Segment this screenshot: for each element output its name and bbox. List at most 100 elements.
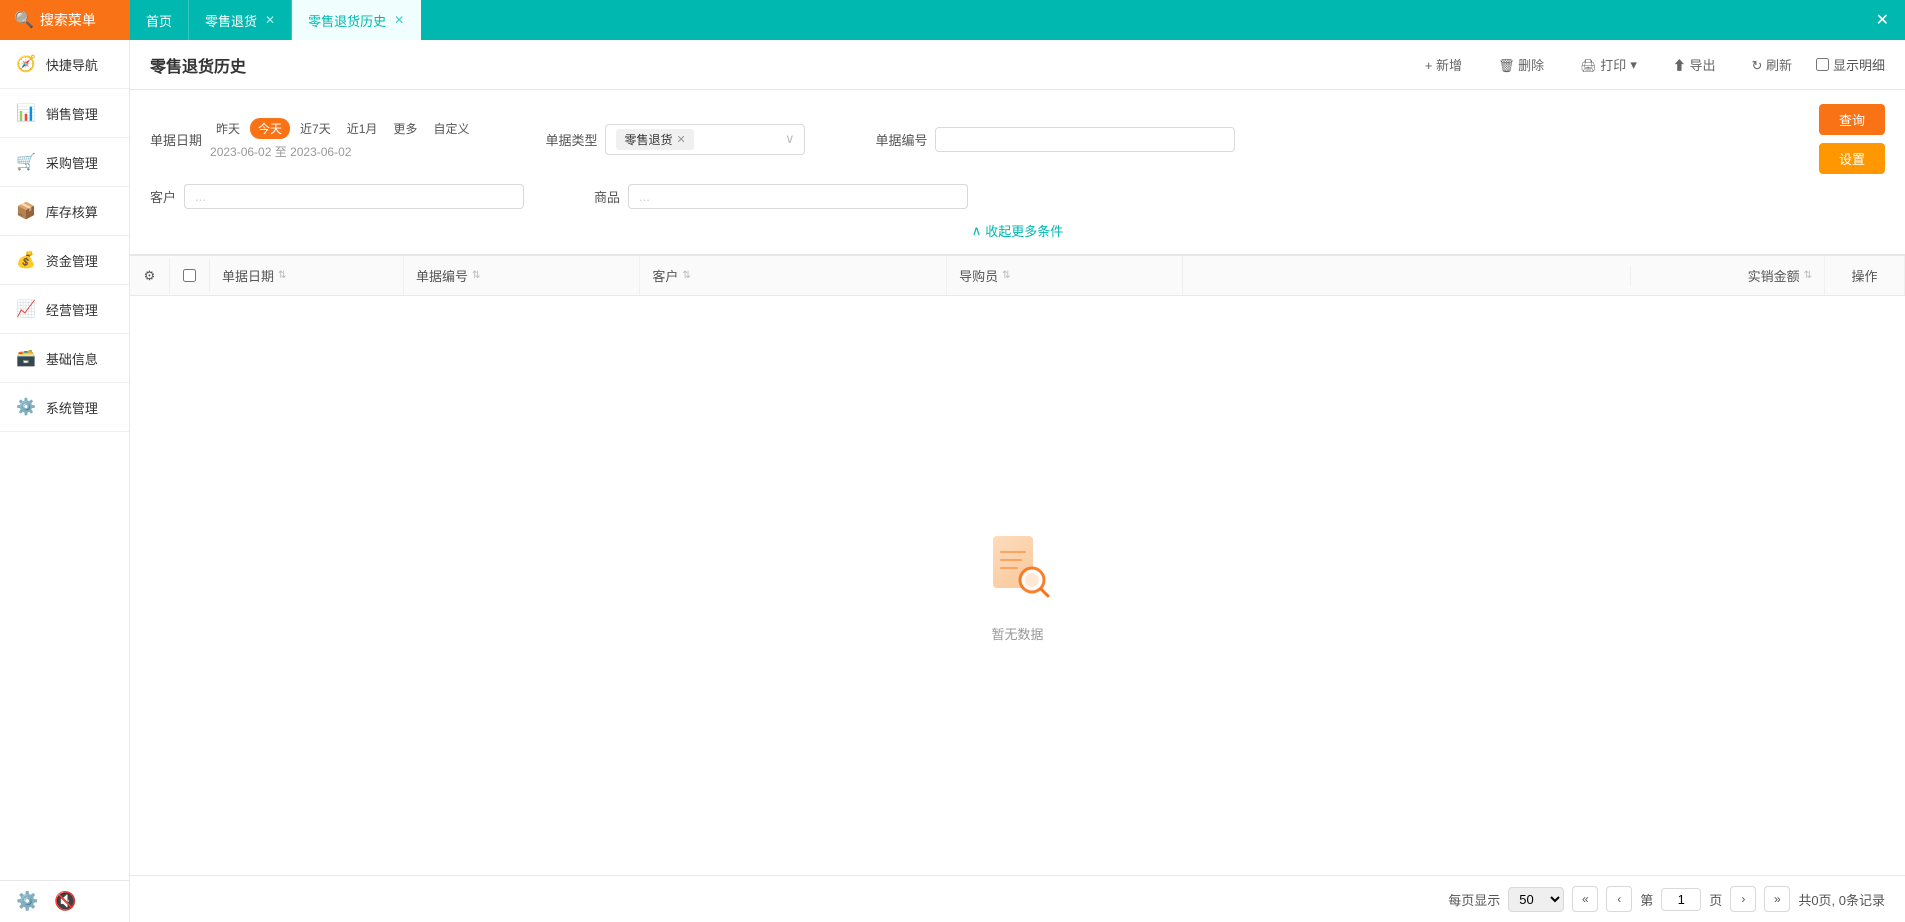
date-btn-more[interactable]: 更多 <box>387 118 423 139</box>
th-bill-sort-icon[interactable]: ⇅ <box>472 271 480 281</box>
top-bar: 🔍 搜索菜单 首页 零售退货 ✕ 零售退货历史 ✕ ✕ <box>0 0 1905 40</box>
sidebar: 🧭 快捷导航 📊 销售管理 🛒 采购管理 📦 库存核算 💰 资金管理 📈 经营管… <box>0 40 130 922</box>
th-customer-sort-icon[interactable]: ⇅ <box>682 271 690 281</box>
table-area: ⚙ 单据日期 ⇅ 单据编号 ⇅ 客户 ⇅ 导购员 <box>130 255 1905 875</box>
tab-home[interactable]: 首页 <box>130 0 189 40</box>
print-button[interactable]: 🖨 打印 ▾ <box>1568 50 1649 79</box>
setting-button[interactable]: 设置 <box>1819 143 1885 174</box>
date-shortcuts: 昨天 今天 近7天 近1月 更多 自定义 <box>210 118 475 139</box>
page-header: 零售退货历史 + 新增 🗑 删除 🖨 打印 ▾ ⬆ 导出 ↻ 刷新 <box>130 40 1905 90</box>
th-guide-sort-icon[interactable]: ⇅ <box>1002 271 1010 281</box>
first-page-btn[interactable]: « <box>1572 886 1598 912</box>
th-bill-label: 单据编号 <box>416 266 468 285</box>
bill-type-tag: 零售退货 ✕ <box>616 129 693 150</box>
page-number-input[interactable] <box>1661 888 1701 911</box>
sidebar-item-purchase-label: 采购管理 <box>46 153 98 172</box>
date-btn-today[interactable]: 今天 <box>250 118 290 139</box>
sidebar-item-finance[interactable]: 💰 资金管理 <box>0 236 129 285</box>
date-btn-custom[interactable]: 自定义 <box>427 118 475 139</box>
sidebar-item-sales[interactable]: 📊 销售管理 <box>0 89 129 138</box>
tab-retail-return-history[interactable]: 零售退货历史 ✕ <box>292 0 421 40</box>
th-spacer <box>1183 266 1631 286</box>
refresh-button[interactable]: ↻ 刷新 <box>1739 50 1804 79</box>
collapse-label: 收起更多条件 <box>985 221 1063 240</box>
date-label: 单据日期 <box>150 130 202 149</box>
finance-icon: 💰 <box>16 250 36 270</box>
bill-number-input[interactable] <box>935 127 1235 152</box>
page-unit: 页 <box>1709 890 1722 909</box>
settings-gear-icon: ⚙ <box>144 268 156 284</box>
goods-filter-item: 商品 <box>594 184 968 209</box>
th-amount-sort-icon[interactable]: ⇅ <box>1804 271 1812 281</box>
sidebar-item-inventory-label: 库存核算 <box>46 202 98 221</box>
print-dropdown-icon: ▾ <box>1630 57 1637 73</box>
export-label: ⬆ 导出 <box>1673 55 1716 74</box>
delete-button[interactable]: 🗑 删除 <box>1486 50 1556 79</box>
display-switch[interactable]: 显示明细 <box>1816 55 1885 74</box>
sidebar-item-operations[interactable]: 📈 经营管理 <box>0 285 129 334</box>
sidebar-bottom: ⚙️ 🔇 <box>0 880 129 922</box>
page-title: 零售退货历史 <box>150 53 246 77</box>
th-date-sort-icon[interactable]: ⇅ <box>278 271 286 281</box>
tab-retail-return[interactable]: 零售退货 ✕ <box>189 0 292 40</box>
sidebar-item-sales-label: 销售管理 <box>46 104 98 123</box>
window-close-btn[interactable]: ✕ <box>1860 10 1905 30</box>
sidebar-item-quicknav[interactable]: 🧭 快捷导航 <box>0 40 129 89</box>
th-action: 操作 <box>1825 256 1905 295</box>
sidebar-item-purchase[interactable]: 🛒 采购管理 <box>0 138 129 187</box>
bill-type-filter-item: 单据类型 零售退货 ✕ ∨ <box>545 124 805 155</box>
date-range: 2023-06-02 至 2023-06-02 <box>210 143 475 160</box>
bill-type-dropdown-icon: ∨ <box>785 131 795 147</box>
next-page-btn[interactable]: › <box>1730 886 1756 912</box>
th-action-label: 操作 <box>1851 266 1877 285</box>
bill-number-filter-item: 单据编号 <box>875 127 1235 152</box>
customer-input[interactable] <box>184 184 524 209</box>
sidebar-item-finance-label: 资金管理 <box>46 251 98 270</box>
sidebar-item-basic-info-label: 基础信息 <box>46 349 98 368</box>
date-btn-7days[interactable]: 近7天 <box>294 118 337 139</box>
mute-icon[interactable]: 🔇 <box>54 891 76 912</box>
goods-label: 商品 <box>594 187 620 206</box>
add-label: + 新增 <box>1425 55 1462 74</box>
print-label: 🖨 打印 <box>1580 55 1626 74</box>
tab-retail-return-history-label: 零售退货历史 <box>308 11 386 30</box>
page-size-select[interactable]: 50 10 20 100 <box>1508 887 1564 912</box>
date-filter-item: 单据日期 昨天 今天 近7天 近1月 更多 自定义 2023-06-02 至 2… <box>150 118 475 160</box>
export-button[interactable]: ⬆ 导出 <box>1661 50 1728 79</box>
bill-type-remove-icon[interactable]: ✕ <box>676 133 685 146</box>
page-size-label: 每页显示 <box>1448 890 1500 909</box>
sidebar-item-system[interactable]: ⚙️ 系统管理 <box>0 383 129 432</box>
select-all-checkbox[interactable] <box>183 269 196 282</box>
date-btn-yesterday[interactable]: 昨天 <box>210 118 246 139</box>
tabs-container: 首页 零售退货 ✕ 零售退货历史 ✕ <box>130 0 421 40</box>
th-settings[interactable]: ⚙ <box>130 258 170 294</box>
collapse-button[interactable]: ∧ 收起更多条件 <box>972 221 1064 240</box>
sidebar-item-inventory[interactable]: 📦 库存核算 <box>0 187 129 236</box>
goods-input[interactable] <box>628 184 968 209</box>
setting-label: 设置 <box>1839 152 1865 167</box>
last-page-btn[interactable]: » <box>1764 886 1790 912</box>
prev-page-btn[interactable]: ‹ <box>1606 886 1632 912</box>
tab-retail-return-close[interactable]: ✕ <box>265 13 275 27</box>
query-button[interactable]: 查询 <box>1819 104 1885 135</box>
query-label: 查询 <box>1839 113 1865 128</box>
bill-type-select[interactable]: 零售退货 ✕ ∨ <box>605 124 805 155</box>
search-menu-btn[interactable]: 🔍 搜索菜单 <box>0 0 130 40</box>
refresh-label: ↻ 刷新 <box>1751 55 1792 74</box>
add-button[interactable]: + 新增 <box>1413 50 1474 79</box>
tab-home-label: 首页 <box>146 11 172 30</box>
delete-label: 🗑 删除 <box>1498 55 1544 74</box>
th-date: 单据日期 ⇅ <box>210 256 404 295</box>
main-layout: 🧭 快捷导航 📊 销售管理 🛒 采购管理 📦 库存核算 💰 资金管理 📈 经营管… <box>0 40 1905 922</box>
th-checkbox[interactable] <box>170 259 210 292</box>
th-customer-label: 客户 <box>652 266 678 285</box>
bill-type-value: 零售退货 <box>624 131 672 148</box>
sidebar-item-basic-info[interactable]: 🗃️ 基础信息 <box>0 334 129 383</box>
bill-number-label: 单据编号 <box>875 130 927 149</box>
sidebar-item-quicknav-label: 快捷导航 <box>46 55 98 74</box>
operations-icon: 📈 <box>16 299 36 319</box>
settings-bottom-icon[interactable]: ⚙️ <box>16 891 38 912</box>
date-btn-1month[interactable]: 近1月 <box>341 118 384 139</box>
display-switch-checkbox[interactable] <box>1816 58 1829 71</box>
tab-retail-return-history-close[interactable]: ✕ <box>394 13 404 27</box>
